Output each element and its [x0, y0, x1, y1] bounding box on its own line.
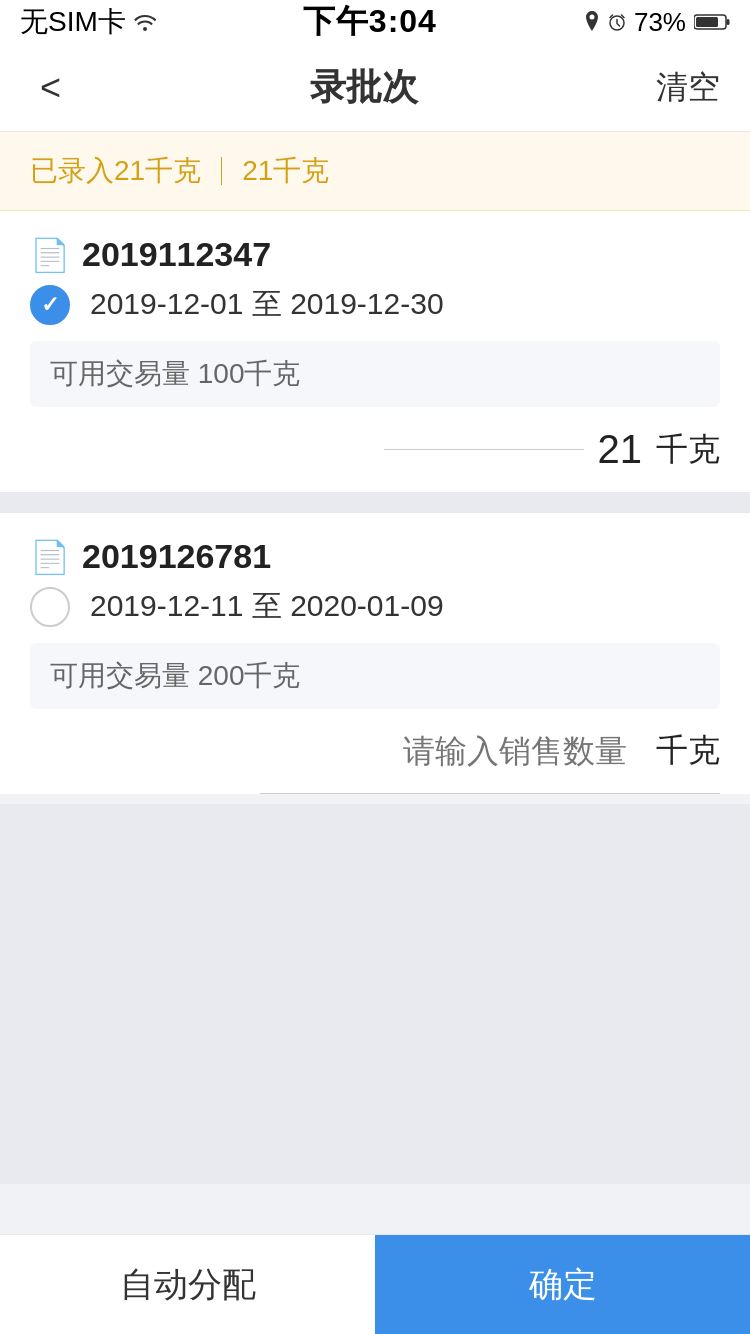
doc-icon-2: 📄	[30, 538, 70, 576]
time-label: 下午3:04	[303, 0, 437, 44]
batch-amount-row-1: 21 千克	[0, 417, 750, 493]
page-title: 录批次	[310, 63, 418, 112]
content-area: 已录入21千克 21千克 📄 2019112347 2019-12-01 至 2…	[0, 132, 750, 1284]
clear-button[interactable]: 清空	[656, 66, 720, 110]
banner-divider	[221, 157, 222, 185]
back-button[interactable]: <	[30, 57, 71, 119]
confirm-button[interactable]: 确定	[375, 1235, 750, 1334]
bottom-bar: 自动分配 确定	[0, 1234, 750, 1334]
auto-distribute-button[interactable]: 自动分配	[0, 1235, 375, 1334]
info-banner: 已录入21千克 21千克	[0, 132, 750, 211]
batch-date-row-1: 2019-12-01 至 2019-12-30	[0, 284, 750, 335]
nav-bar: < 录批次 清空	[0, 44, 750, 132]
recorded-value: 21千克	[242, 152, 329, 190]
qty-input-2[interactable]	[342, 733, 642, 770]
recorded-label: 已录入21千克	[30, 152, 201, 190]
carrier-label: 无SIM卡	[20, 3, 126, 41]
alarm-icon	[608, 7, 626, 38]
radio-button-1[interactable]	[30, 285, 70, 325]
batch-date-2: 2019-12-11 至 2020-01-09	[90, 586, 444, 627]
wifi-icon	[134, 6, 156, 38]
radio-button-2[interactable]	[30, 587, 70, 627]
batch-qty-1: 可用交易量 100千克	[30, 341, 720, 407]
amount-unit-1: 千克	[656, 428, 720, 472]
status-left: 无SIM卡	[20, 3, 156, 41]
batch-id-2: 2019126781	[82, 537, 271, 576]
location-icon	[584, 7, 600, 38]
batch-id-1: 2019112347	[82, 235, 271, 274]
amount-number-1: 21	[598, 427, 643, 472]
empty-area	[0, 804, 750, 1184]
batch-date-row-2: 2019-12-11 至 2020-01-09	[0, 586, 750, 637]
batch-header-2: 📄 2019126781	[0, 513, 750, 586]
svg-rect-2	[727, 19, 730, 25]
input-underline-2	[260, 793, 720, 794]
input-underline-row-2	[0, 793, 750, 794]
batch-date-1: 2019-12-01 至 2019-12-30	[90, 284, 444, 325]
batch-item-2: 📄 2019126781 2019-12-11 至 2020-01-09 可用交…	[0, 513, 750, 794]
batch-item-1: 📄 2019112347 2019-12-01 至 2019-12-30 可用交…	[0, 211, 750, 493]
battery-icon	[694, 7, 730, 38]
status-bar: 无SIM卡 下午3:04 73%	[0, 0, 750, 44]
doc-icon-1: 📄	[30, 236, 70, 274]
svg-rect-3	[696, 17, 718, 27]
input-unit-2: 千克	[656, 729, 720, 773]
batch-qty-2: 可用交易量 200千克	[30, 643, 720, 709]
status-right: 73%	[584, 7, 730, 38]
batch-header-1: 📄 2019112347	[0, 211, 750, 284]
input-row-2: 千克	[0, 719, 750, 793]
section-separator-1	[0, 493, 750, 513]
battery-label: 73%	[634, 7, 686, 38]
